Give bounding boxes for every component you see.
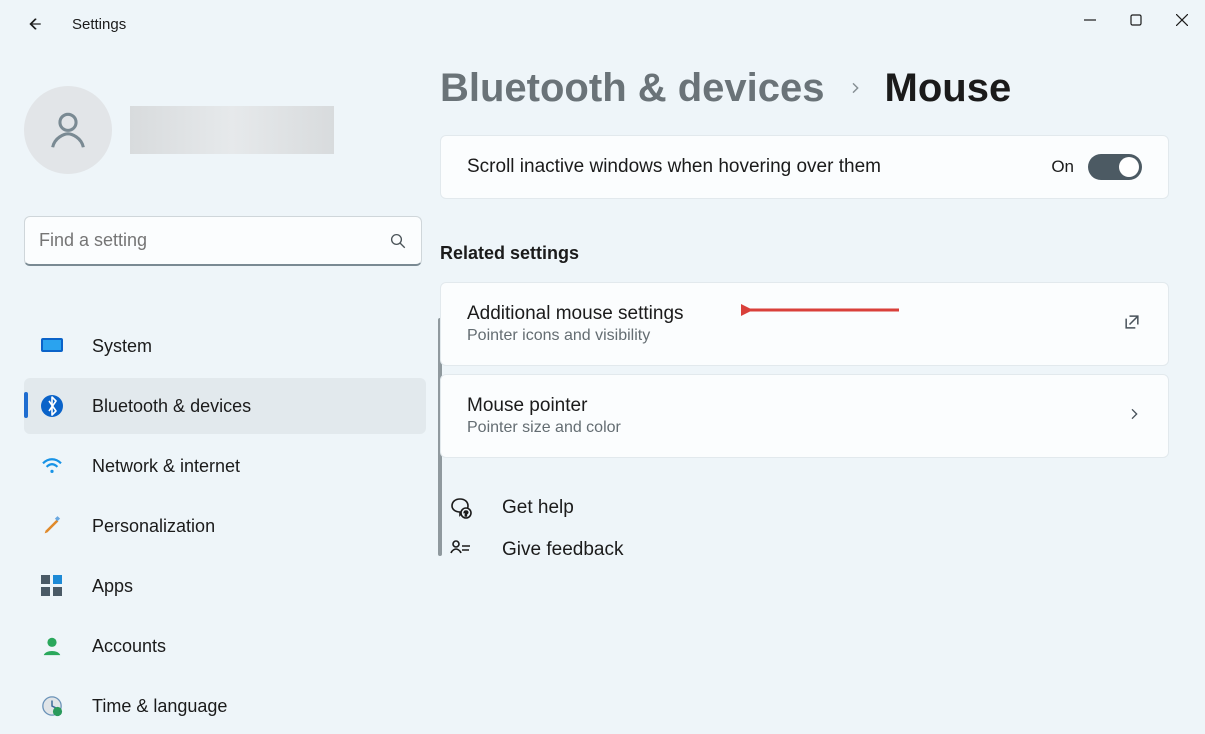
nav-item-accounts[interactable]: Accounts bbox=[24, 618, 426, 674]
apps-icon bbox=[40, 574, 64, 598]
related-item-subtitle: Pointer icons and visibility bbox=[467, 327, 1102, 345]
chevron-right-icon bbox=[1126, 406, 1142, 427]
wifi-icon bbox=[40, 454, 64, 478]
bluetooth-icon bbox=[40, 394, 64, 418]
help-icon: ? bbox=[448, 496, 472, 520]
user-block[interactable] bbox=[24, 86, 440, 174]
help-label: Get help bbox=[502, 497, 574, 519]
user-name bbox=[130, 106, 334, 154]
give-feedback-link[interactable]: Give feedback bbox=[440, 538, 1169, 562]
open-external-icon bbox=[1122, 312, 1142, 337]
nav-label: System bbox=[92, 336, 152, 357]
related-mouse-pointer[interactable]: Mouse pointer Pointer size and color bbox=[440, 374, 1169, 458]
titlebar: Settings bbox=[0, 0, 1205, 48]
breadcrumb-parent[interactable]: Bluetooth & devices bbox=[440, 66, 825, 111]
nav-label: Personalization bbox=[92, 516, 215, 537]
nav-item-personalization[interactable]: Personalization bbox=[24, 498, 426, 554]
chevron-right-icon bbox=[847, 75, 863, 108]
svg-text:?: ? bbox=[464, 511, 468, 518]
setting-scroll-inactive: Scroll inactive windows when hovering ov… bbox=[440, 135, 1169, 199]
breadcrumb: Bluetooth & devices Mouse bbox=[440, 66, 1169, 111]
search-box[interactable] bbox=[24, 216, 422, 266]
close-button[interactable] bbox=[1159, 0, 1205, 40]
related-item-title: Mouse pointer bbox=[467, 395, 1106, 417]
nav-label: Bluetooth & devices bbox=[92, 396, 251, 417]
back-button[interactable] bbox=[24, 14, 44, 34]
nav-label: Apps bbox=[92, 576, 133, 597]
window-controls bbox=[1067, 0, 1205, 40]
nav-list: System Bluetooth & devices Network & int… bbox=[24, 318, 440, 734]
feedback-icon bbox=[448, 538, 472, 562]
related-item-subtitle: Pointer size and color bbox=[467, 419, 1106, 437]
paintbrush-icon bbox=[40, 514, 64, 538]
nav-item-bluetooth-devices[interactable]: Bluetooth & devices bbox=[24, 378, 426, 434]
related-item-title: Additional mouse settings bbox=[467, 303, 1102, 325]
related-additional-mouse-settings[interactable]: Additional mouse settings Pointer icons … bbox=[440, 282, 1169, 366]
nav-item-apps[interactable]: Apps bbox=[24, 558, 426, 614]
search-input[interactable] bbox=[39, 230, 389, 251]
window-title: Settings bbox=[72, 16, 126, 33]
nav-label: Time & language bbox=[92, 696, 227, 717]
nav-item-network[interactable]: Network & internet bbox=[24, 438, 426, 494]
nav-label: Accounts bbox=[92, 636, 166, 657]
toggle-scroll-inactive[interactable] bbox=[1088, 154, 1142, 180]
breadcrumb-current: Mouse bbox=[885, 66, 1012, 111]
sidebar: System Bluetooth & devices Network & int… bbox=[0, 48, 440, 727]
get-help-link[interactable]: ? Get help bbox=[440, 496, 1169, 520]
clock-globe-icon bbox=[40, 694, 64, 718]
nav-item-system[interactable]: System bbox=[24, 318, 426, 374]
setting-title: Scroll inactive windows when hovering ov… bbox=[467, 156, 1031, 178]
search-icon bbox=[389, 232, 407, 250]
feedback-label: Give feedback bbox=[502, 539, 623, 561]
toggle-state-label: On bbox=[1051, 157, 1074, 177]
maximize-button[interactable] bbox=[1113, 0, 1159, 40]
monitor-icon bbox=[40, 334, 64, 358]
main-content: Bluetooth & devices Mouse Scroll inactiv… bbox=[440, 48, 1205, 727]
avatar bbox=[24, 86, 112, 174]
related-settings-heading: Related settings bbox=[440, 243, 1169, 264]
minimize-button[interactable] bbox=[1067, 0, 1113, 40]
nav-label: Network & internet bbox=[92, 456, 240, 477]
person-icon bbox=[40, 634, 64, 658]
nav-item-time-language[interactable]: Time & language bbox=[24, 678, 426, 734]
